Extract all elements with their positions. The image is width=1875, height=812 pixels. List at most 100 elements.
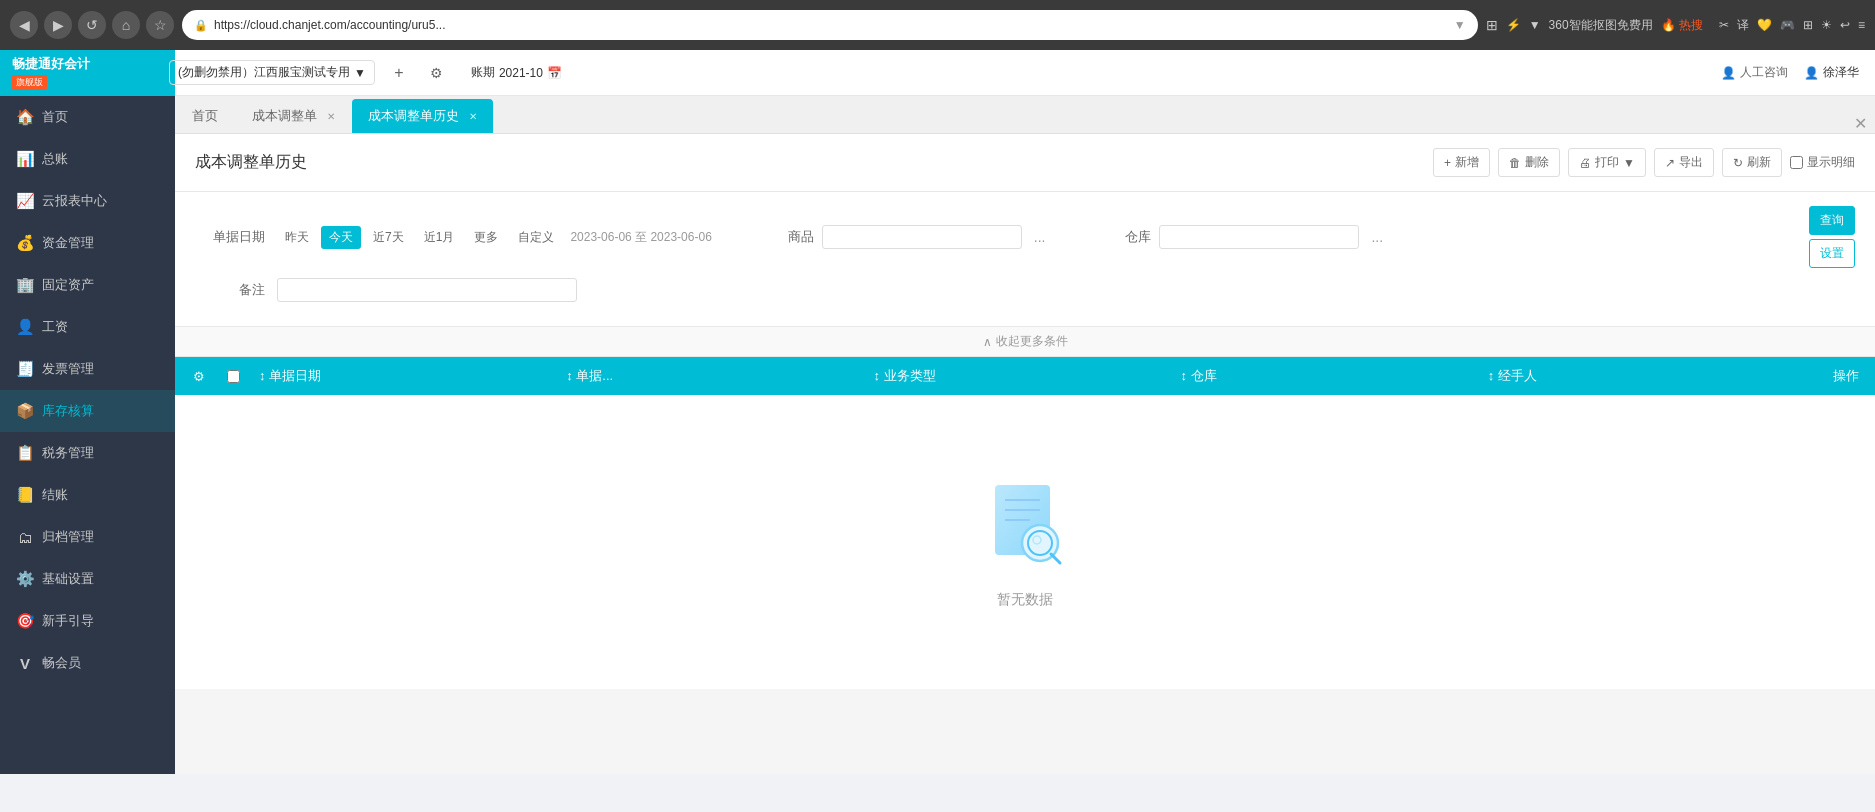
warehouse-filter-input[interactable]: [1159, 225, 1359, 249]
page-header: 成本调整单历史 + 新增 🗑 删除 🖨 打印 ▼ ↗ 导出: [175, 134, 1875, 192]
browser-extras: ⊞ ⚡ ▼ 360智能抠图免费用 🔥 热搜 ✂ 译 💛 🎮 ⊞ ☀ ↩ ≡: [1486, 17, 1865, 34]
select-all-checkbox[interactable]: [227, 370, 240, 383]
th-handler[interactable]: ↕ 经手人: [1480, 367, 1787, 385]
sidebar-item-salary[interactable]: 👤 工资: [0, 306, 175, 348]
print-button[interactable]: 🖨 打印 ▼: [1568, 148, 1646, 177]
date-range-text: 2023-06-06 至 2023-06-06: [570, 229, 711, 246]
tab-cost-history-close[interactable]: ✕: [469, 111, 477, 122]
tab-home[interactable]: 首页: [175, 98, 235, 133]
th-checkbox[interactable]: [215, 370, 251, 383]
collapse-bar[interactable]: ∧ 收起更多条件: [175, 327, 1875, 357]
settings-gear-icon[interactable]: ⚙: [423, 59, 451, 87]
sidebar-item-member[interactable]: V 畅会员: [0, 642, 175, 684]
period-value: 2021-10: [499, 66, 543, 80]
assets-icon: 🏢: [16, 276, 34, 294]
sidebar-item-inventory[interactable]: 📦 库存核算: [0, 390, 175, 432]
th-date[interactable]: ↕ 单据日期: [251, 367, 558, 385]
url-text: https://cloud.chanjet.com/accounting/uru…: [214, 18, 445, 32]
sidebar-item-guide[interactable]: 🎯 新手引导: [0, 600, 175, 642]
refresh-label: 刷新: [1747, 154, 1771, 171]
close-all-icon[interactable]: ✕: [1854, 114, 1867, 133]
home-button[interactable]: ⌂: [112, 11, 140, 39]
print-dropdown-icon: ▼: [1623, 156, 1635, 170]
tab-cost-adjustment-label: 成本调整单: [252, 107, 317, 125]
home-icon: 🏠: [16, 108, 34, 126]
sidebar-item-label: 固定资产: [42, 276, 94, 294]
date-btn-yesterday[interactable]: 昨天: [277, 226, 317, 249]
address-bar[interactable]: 🔒 https://cloud.chanjet.com/accounting/u…: [182, 10, 1478, 40]
tab-cost-adjustment[interactable]: 成本调整单 ✕: [235, 98, 352, 133]
date-btn-7days[interactable]: 近7天: [365, 226, 412, 249]
tab-cost-adjustment-history[interactable]: 成本调整单历史 ✕: [352, 99, 493, 133]
hot-label: 🔥 热搜: [1661, 17, 1703, 34]
customer-service-button[interactable]: 👤 人工咨询: [1721, 64, 1788, 81]
filter-settings-button[interactable]: 设置: [1809, 239, 1855, 268]
user-name-text: 徐泽华: [1823, 64, 1859, 81]
show-detail-input[interactable]: [1790, 156, 1803, 169]
sidebar-item-invoice[interactable]: 🧾 发票管理: [0, 348, 175, 390]
sidebar-item-settings[interactable]: ⚙️ 基础设置: [0, 558, 175, 600]
th-doc-number[interactable]: ↕ 单据...: [558, 367, 865, 385]
add-company-button[interactable]: +: [385, 59, 413, 87]
filter-area: 单据日期 昨天 今天 近7天 近1月 更多 自定义 2023-06-06 至 2…: [175, 192, 1875, 327]
refresh-button[interactable]: ↻ 刷新: [1722, 148, 1782, 177]
sidebar-item-closing[interactable]: 📒 结账: [0, 474, 175, 516]
ledger-icon: 📊: [16, 150, 34, 168]
date-btn-custom[interactable]: 自定义: [510, 226, 562, 249]
warehouse-more-dots[interactable]: ...: [1367, 229, 1387, 245]
th-business-type[interactable]: ↕ 业务类型: [865, 367, 1172, 385]
tab-home-label: 首页: [192, 107, 218, 125]
date-btn-more[interactable]: 更多: [466, 226, 506, 249]
query-buttons: 查询 设置: [1809, 206, 1855, 268]
topbar-right: 👤 人工咨询 👤 徐泽华: [1721, 64, 1859, 81]
query-button[interactable]: 查询: [1809, 206, 1855, 235]
logo-text: 畅捷通好会计: [12, 55, 90, 73]
forward-button[interactable]: ▶: [44, 11, 72, 39]
goods-filter-label: 商品: [744, 228, 814, 246]
sidebar-item-label: 总账: [42, 150, 68, 168]
wallet-icon: 💛: [1757, 18, 1772, 32]
print-label: 打印: [1595, 154, 1619, 171]
th-warehouse[interactable]: ↕ 仓库: [1173, 367, 1480, 385]
guide-icon: 🎯: [16, 612, 34, 630]
settings-label: 设置: [1820, 245, 1844, 262]
sidebar-item-label: 归档管理: [42, 528, 94, 546]
sidebar-item-label: 首页: [42, 108, 68, 126]
sidebar-item-home[interactable]: 🏠 首页: [0, 96, 175, 138]
th-settings[interactable]: ⚙: [183, 369, 215, 384]
company-name: (勿删勿禁用）江西服宝测试专用: [178, 64, 350, 81]
query-label: 查询: [1820, 212, 1844, 229]
service-icon: 👤: [1721, 66, 1736, 80]
invoice-icon: 🧾: [16, 360, 34, 378]
refresh-button[interactable]: ↺: [78, 11, 106, 39]
page-title: 成本调整单历史: [195, 152, 307, 173]
sidebar-item-reports[interactable]: 📈 云报表中心: [0, 180, 175, 222]
tab-cost-history-label: 成本调整单历史: [368, 107, 459, 125]
export-button[interactable]: ↗ 导出: [1654, 148, 1714, 177]
user-profile-button[interactable]: 👤 徐泽华: [1804, 64, 1859, 81]
scissors-icon: ✂: [1719, 18, 1729, 32]
search-label: 360智能抠图免费用: [1549, 17, 1653, 34]
sidebar-item-assets[interactable]: 🏢 固定资产: [0, 264, 175, 306]
add-button[interactable]: + 新增: [1433, 148, 1490, 177]
sidebar-item-ledger[interactable]: 📊 总账: [0, 138, 175, 180]
sidebar-item-funds[interactable]: 💰 资金管理: [0, 222, 175, 264]
delete-button[interactable]: 🗑 删除: [1498, 148, 1560, 177]
tab-cost-adjustment-close[interactable]: ✕: [327, 111, 335, 122]
sidebar-item-tax[interactable]: 📋 税务管理: [0, 432, 175, 474]
date-btn-today[interactable]: 今天: [321, 226, 361, 249]
company-selector[interactable]: (勿删勿禁用）江西服宝测试专用 ▼: [169, 60, 375, 85]
date-btn-1month[interactable]: 近1月: [416, 226, 463, 249]
back-button[interactable]: ◀: [10, 11, 38, 39]
star-button[interactable]: ☆: [146, 11, 174, 39]
empty-state: 暂无数据: [175, 395, 1875, 689]
th-actions-label: 操作: [1833, 367, 1859, 385]
goods-more-dots[interactable]: ...: [1030, 229, 1050, 245]
app-topbar: 畅捷通好会计 旗舰版 (勿删勿禁用）江西服宝测试专用 ▼ + ⚙ 账期 2021…: [0, 50, 1875, 96]
goods-filter-input[interactable]: [822, 225, 1022, 249]
show-detail-checkbox[interactable]: 显示明细: [1790, 154, 1855, 171]
th-business-type-label: ↕ 业务类型: [873, 367, 935, 385]
sidebar-item-archive[interactable]: 🗂 归档管理: [0, 516, 175, 558]
tab-bar-close[interactable]: ✕: [1854, 114, 1875, 133]
remark-filter-input[interactable]: [277, 278, 577, 302]
